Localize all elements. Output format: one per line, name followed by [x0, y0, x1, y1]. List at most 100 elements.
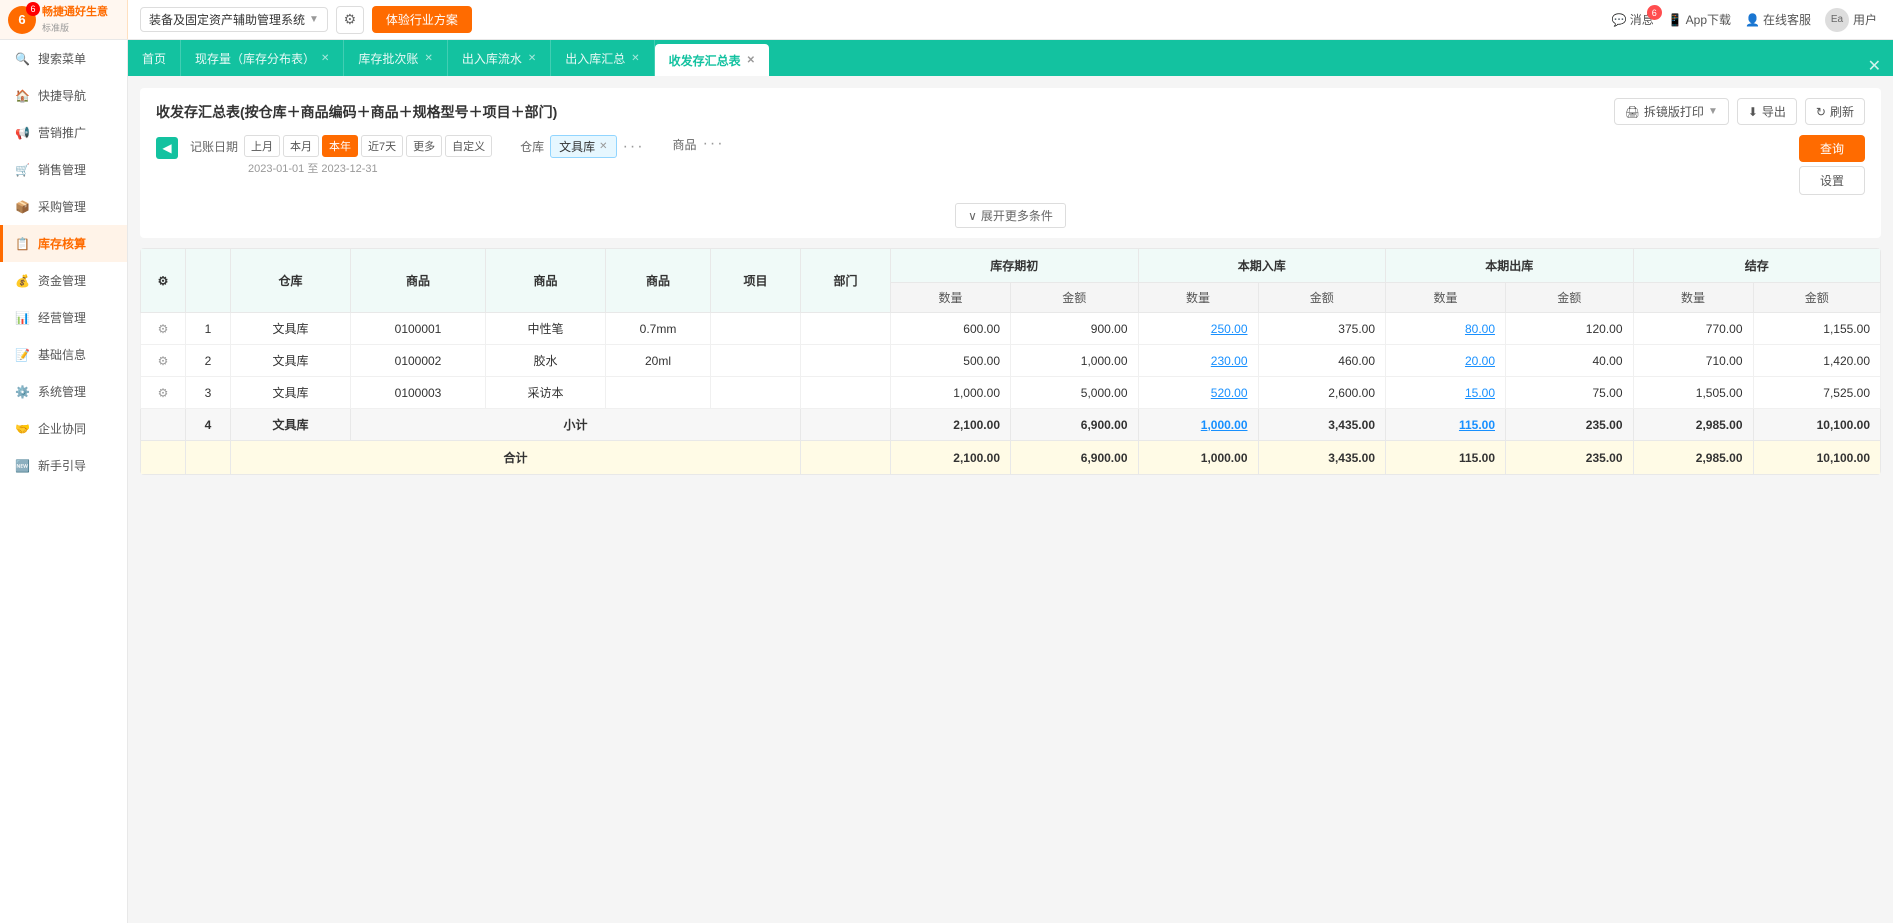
footer-empty2	[801, 441, 891, 475]
sidebar-item-system[interactable]: ⚙️ 系统管理	[0, 373, 127, 410]
row-in-qty[interactable]: 250.00	[1138, 313, 1258, 345]
sidebar-item-finance[interactable]: 💰 资金管理	[0, 262, 127, 299]
row-bal-qty: 1,505.00	[1633, 377, 1753, 409]
row-out-amt: 40.00	[1506, 345, 1634, 377]
col-warehouse-header: 仓库	[231, 249, 351, 313]
row-out-qty[interactable]: 20.00	[1386, 345, 1506, 377]
home-icon: 🏠	[15, 89, 30, 103]
date-range-display: 2023-01-01 至 2023-12-31	[190, 160, 492, 176]
tab-summary[interactable]: 出入库汇总 ✕	[551, 40, 654, 76]
goods-more-dots[interactable]: ···	[703, 135, 725, 153]
date-btn-7days[interactable]: 近7天	[361, 135, 403, 157]
sidebar-item-inventory[interactable]: 📋 库存核算	[0, 225, 127, 262]
warehouse-tag-close[interactable]: ✕	[599, 141, 607, 152]
guide-icon: 🆕	[15, 459, 30, 473]
table-row: ⚙ 2 文具库 0100002 胶水 20ml 500.00 1,000.00 …	[141, 345, 1881, 377]
row-gear[interactable]: ⚙	[141, 377, 186, 409]
col-gear: ⚙	[141, 249, 186, 313]
row-in-qty[interactable]: 520.00	[1138, 377, 1258, 409]
print-button[interactable]: 🖨 拆镜版打印 ▼	[1614, 98, 1729, 125]
subtotal-label: 小计	[351, 409, 801, 441]
tab-close-recv[interactable]: ✕	[747, 55, 755, 66]
export-button[interactable]: ⬇ 导出	[1737, 98, 1797, 125]
brand-area: 6 6 畅捷通好生意 标准版	[0, 0, 128, 39]
row-init-qty: 500.00	[891, 345, 1011, 377]
search-icon: 🔍	[15, 52, 30, 66]
row-gear[interactable]: ⚙	[141, 313, 186, 345]
col-bal-header: 结存	[1633, 249, 1881, 283]
page-header-card: 收发存汇总表(按仓库＋商品编码＋商品＋规格型号＋项目＋部门) 🖨 拆镜版打印 ▼…	[140, 88, 1881, 238]
col-out-header: 本期出库	[1386, 249, 1634, 283]
gear-icon[interactable]: ⚙	[158, 274, 169, 288]
col-in-qty-header: 数量	[1138, 283, 1258, 313]
footer-gear	[141, 441, 186, 475]
tab-home[interactable]: 首页	[128, 40, 181, 76]
footer-init-amt: 6,900.00	[1011, 441, 1139, 475]
app-download-button[interactable]: 📱 App下载	[1668, 11, 1731, 28]
user-button[interactable]: Ea 用户	[1825, 8, 1877, 32]
tab-close-flow[interactable]: ✕	[528, 53, 536, 64]
warehouse-more-dots[interactable]: ···	[623, 138, 645, 156]
row-out-qty[interactable]: 15.00	[1386, 377, 1506, 409]
tab-batch[interactable]: 库存批次账 ✕	[344, 40, 447, 76]
footer-out-qty: 115.00	[1386, 441, 1506, 475]
date-btn-this-month[interactable]: 本月	[283, 135, 319, 157]
tab-close-batch[interactable]: ✕	[424, 53, 432, 64]
refresh-button[interactable]: ↻ 刷新	[1805, 98, 1865, 125]
sidebar-item-marketing[interactable]: 📢 营销推广	[0, 114, 127, 151]
col-spec-header: 商品	[606, 249, 711, 313]
col-init-qty-header: 数量	[891, 283, 1011, 313]
expand-conditions-button[interactable]: ∨ 展开更多条件	[955, 203, 1066, 228]
date-btn-custom[interactable]: 自定义	[445, 135, 492, 157]
row-in-qty[interactable]: 230.00	[1138, 345, 1258, 377]
col-bal-qty-header: 数量	[1633, 283, 1753, 313]
row-dept	[801, 345, 891, 377]
footer-empty	[186, 441, 231, 475]
row-gear[interactable]: ⚙	[141, 345, 186, 377]
row-in-amt: 2,600.00	[1258, 377, 1386, 409]
tab-stock-dist[interactable]: 现存量（库存分布表） ✕	[181, 40, 344, 76]
trial-button[interactable]: 体验行业方案	[372, 6, 472, 33]
sidebar-item-operation[interactable]: 📊 经营管理	[0, 299, 127, 336]
sidebar-item-search[interactable]: 🔍 搜索菜单	[0, 40, 127, 77]
settings-button[interactable]: ⚙	[336, 6, 364, 34]
row-out-qty[interactable]: 80.00	[1386, 313, 1506, 345]
date-btn-more[interactable]: 更多	[406, 135, 442, 157]
message-button[interactable]: 💬 消息 6	[1612, 11, 1654, 28]
system-title: 装备及固定资产辅助管理系统 ▼	[140, 7, 328, 32]
tabs-bar: 首页 现存量（库存分布表） ✕ 库存批次账 ✕ 出入库流水 ✕ 出入库汇总 ✕ …	[128, 40, 1893, 76]
sidebar-item-quicknav[interactable]: 🏠 快捷导航	[0, 77, 127, 114]
sidebar-item-guide[interactable]: 🆕 新手引导	[0, 447, 127, 484]
row-spec: 0.7mm	[606, 313, 711, 345]
sidebar-item-sales[interactable]: 🛒 销售管理	[0, 151, 127, 188]
sidebar-item-collab[interactable]: 🤝 企业协同	[0, 410, 127, 447]
online-service-button[interactable]: 👤 在线客服	[1745, 11, 1811, 28]
warehouse-tag[interactable]: 文具库 ✕	[550, 135, 616, 158]
tab-recv-send[interactable]: 收发存汇总表 ✕	[655, 44, 769, 76]
subtotal-row: 4 文具库 小计 2,100.00 6,900.00 1,000.00 3,43…	[141, 409, 1881, 441]
settings-small-button[interactable]: 设置	[1799, 166, 1865, 195]
export-icon: ⬇	[1748, 105, 1758, 119]
tab-close-stock[interactable]: ✕	[321, 53, 329, 64]
tab-close-summary[interactable]: ✕	[631, 53, 639, 64]
date-btn-this-year[interactable]: 本年	[322, 135, 358, 157]
subtotal-out-qty[interactable]: 115.00	[1386, 409, 1506, 441]
logo-badge: 6	[26, 2, 40, 16]
subtotal-warehouse: 文具库	[231, 409, 351, 441]
query-button[interactable]: 查询	[1799, 135, 1865, 162]
filter-toggle-button[interactable]: ◀	[156, 137, 178, 159]
row-num: 3	[186, 377, 231, 409]
inventory-icon: 📋	[15, 237, 30, 251]
collab-icon: 🤝	[15, 422, 30, 436]
sidebar-item-basic[interactable]: 📝 基础信息	[0, 336, 127, 373]
subtotal-in-qty[interactable]: 1,000.00	[1138, 409, 1258, 441]
operation-icon: 📊	[15, 311, 30, 325]
purchase-icon: 📦	[15, 200, 30, 214]
goods-label: 商品	[673, 136, 697, 153]
basic-icon: 📝	[15, 348, 30, 362]
sidebar-item-purchase[interactable]: 📦 采购管理	[0, 188, 127, 225]
tabs-close-all[interactable]: ✕	[1856, 56, 1893, 76]
tab-flow[interactable]: 出入库流水 ✕	[448, 40, 551, 76]
date-btn-last-month[interactable]: 上月	[244, 135, 280, 157]
subtotal-out-amt: 235.00	[1506, 409, 1634, 441]
